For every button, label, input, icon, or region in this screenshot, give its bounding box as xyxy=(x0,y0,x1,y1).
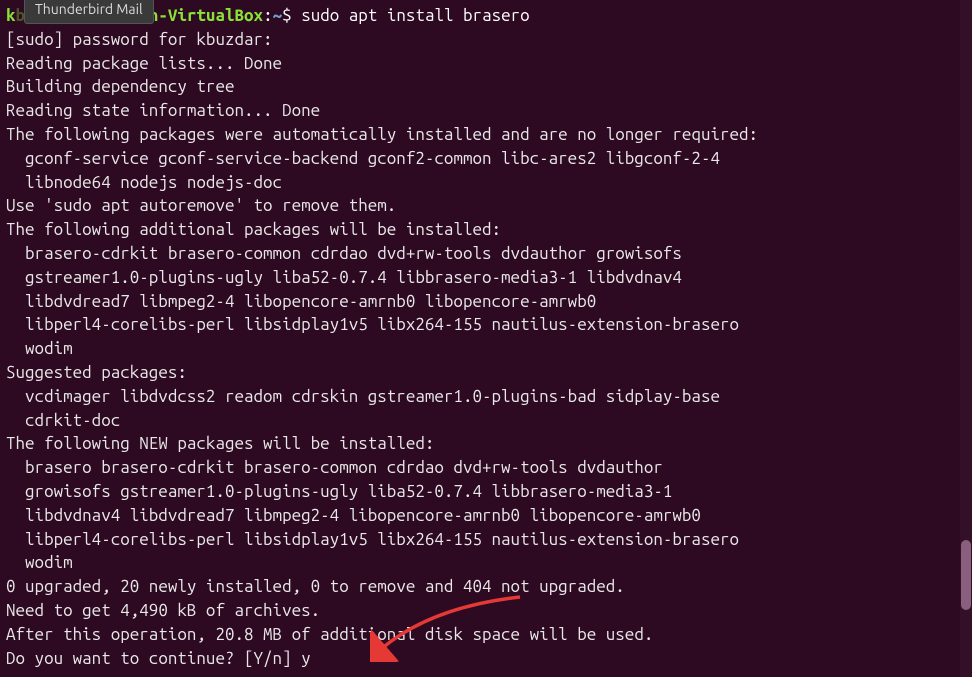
tooltip-thunderbird: Thunderbird Mail xyxy=(24,0,154,24)
scrollbar-thumb[interactable] xyxy=(961,540,971,610)
line-new-pkgs5: wodim xyxy=(6,551,966,575)
line-auto-pkgs1: gconf-service gconf-service-backend gcon… xyxy=(6,147,966,171)
line-after-op: After this operation, 20.8 MB of additio… xyxy=(6,623,966,647)
line-new-pkgs1: brasero brasero-cdrkit brasero-common cd… xyxy=(6,456,966,480)
line-reading-packages: Reading package lists... Done xyxy=(6,52,966,76)
line-add-pkgs4: libperl4-corelibs-perl libsidplay1v5 lib… xyxy=(6,313,966,337)
line-add-pkgs2: gstreamer1.0-plugins-ugly liba52-0.7.4 l… xyxy=(6,266,966,290)
line-auto-pkgs2: libnode64 nodejs nodejs-doc xyxy=(6,171,966,195)
line-add-pkgs5: wodim xyxy=(6,337,966,361)
prompt-colon: : xyxy=(263,6,273,25)
line-add-header: The following additional packages will b… xyxy=(6,218,966,242)
prompt-host-suffix: n-VirtualBox xyxy=(149,6,263,25)
scrollbar-track[interactable] xyxy=(960,0,972,677)
line-auto-header: The following packages were automaticall… xyxy=(6,123,966,147)
line-continue-prompt: Do you want to continue? [Y/n] y xyxy=(6,647,966,671)
line-new-pkgs2: growisofs gstreamer1.0-plugins-ugly liba… xyxy=(6,480,966,504)
prompt-user-prefix: k xyxy=(6,6,16,25)
line-new-header: The following NEW packages will be insta… xyxy=(6,432,966,456)
line-sug-header: Suggested packages: xyxy=(6,361,966,385)
command-text xyxy=(292,6,302,25)
line-reading-state: Reading state information... Done xyxy=(6,99,966,123)
line-summary: 0 upgraded, 20 newly installed, 0 to rem… xyxy=(6,575,966,599)
line-new-pkgs4: libperl4-corelibs-perl libsidplay1v5 lib… xyxy=(6,528,966,552)
line-sudo-password: [sudo] password for kbuzdar: xyxy=(6,28,966,52)
line-sug-pkgs2: cdrkit-doc xyxy=(6,409,966,433)
line-new-pkgs3: libdvdnav4 libdvdread7 libmpeg2-4 libope… xyxy=(6,504,966,528)
line-building-tree: Building dependency tree xyxy=(6,75,966,99)
terminal-output[interactable]: kbuzdar@kbuzdarn-VirtualBox:~$ sudo apt … xyxy=(6,4,966,670)
line-autoremove: Use 'sudo apt autoremove' to remove them… xyxy=(6,194,966,218)
line-sug-pkgs1: vcdimager libdvdcss2 readom cdrskin gstr… xyxy=(6,385,966,409)
prompt-path: ~ xyxy=(273,6,283,25)
line-need-get: Need to get 4,490 kB of archives. xyxy=(6,599,966,623)
command-value: sudo apt install brasero xyxy=(301,6,529,25)
line-add-pkgs3: libdvdread7 libmpeg2-4 libopencore-amrnb… xyxy=(6,290,966,314)
line-add-pkgs1: brasero-cdrkit brasero-common cdrdao dvd… xyxy=(6,242,966,266)
prompt-dollar: $ xyxy=(282,6,292,25)
